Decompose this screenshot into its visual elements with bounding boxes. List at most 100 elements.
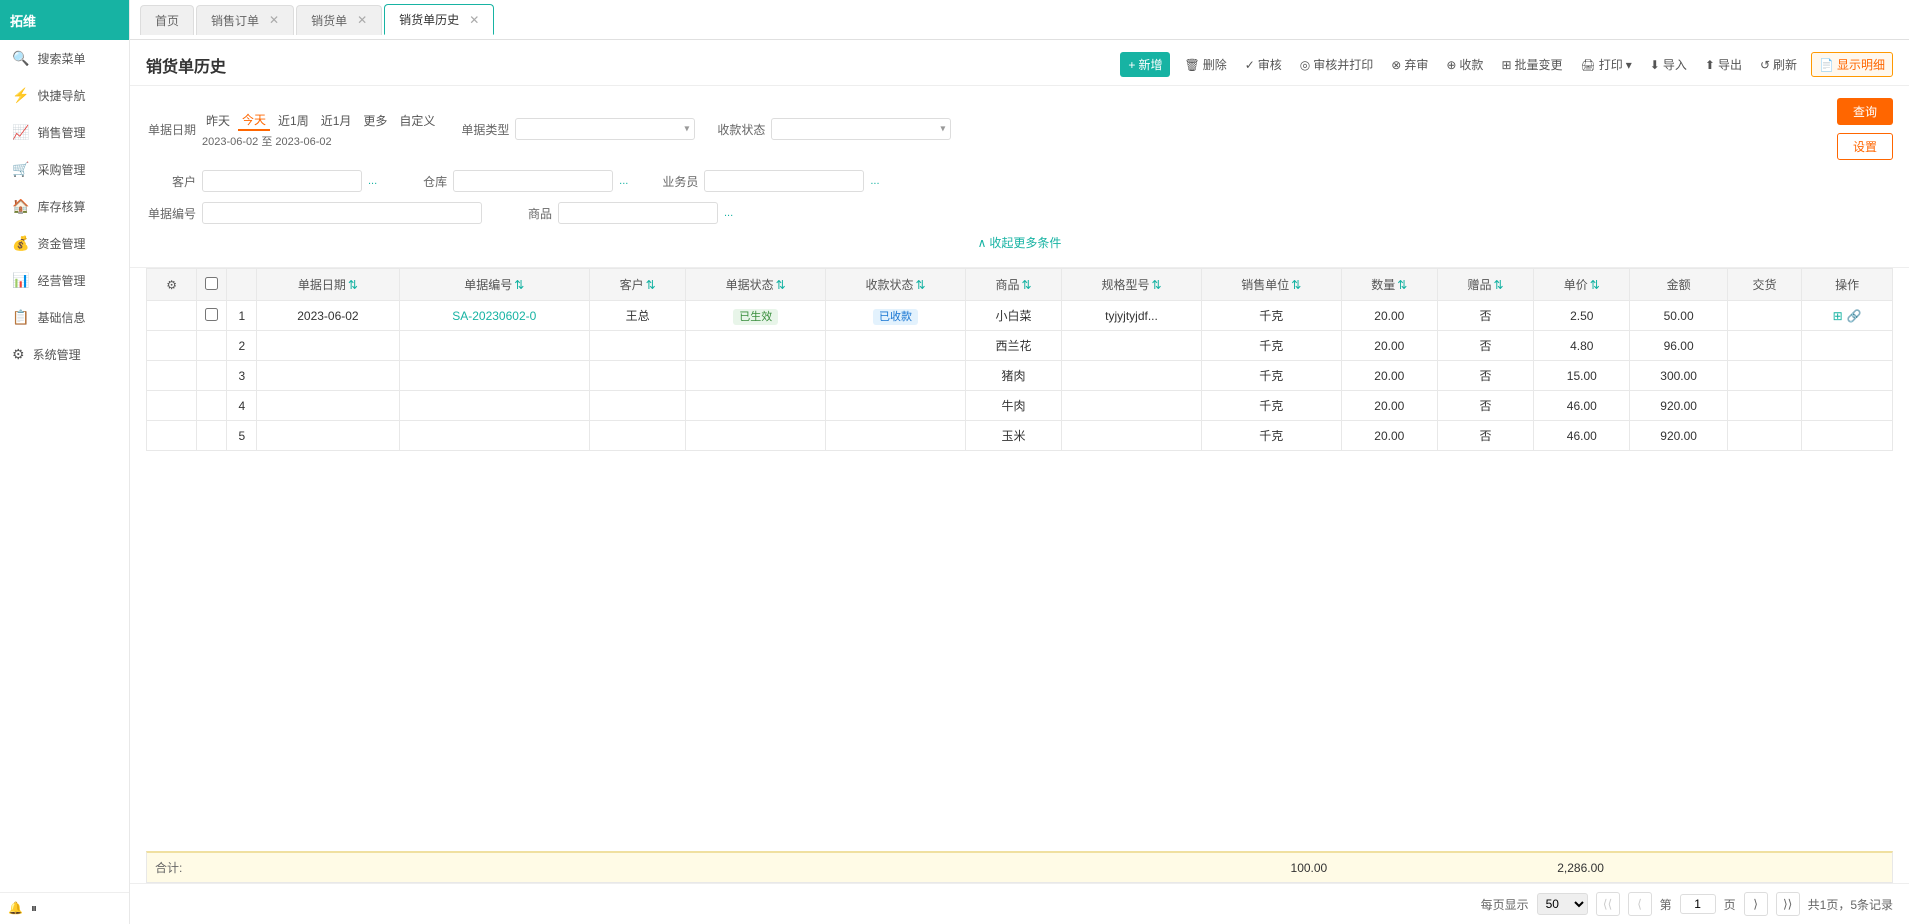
print-button[interactable]: 🖨 打印 ▾ — [1577, 54, 1636, 75]
row-spec — [1062, 391, 1202, 421]
warehouse-input[interactable] — [453, 170, 613, 192]
customer-ellipsis[interactable]: ... — [368, 175, 377, 187]
sidebar-item-sales[interactable]: 📈 销售管理 — [0, 114, 129, 151]
sidebar-item-search-menu[interactable]: 🔍 搜索菜单 — [0, 40, 129, 77]
sidebar-label-finance: 资金管理 — [37, 235, 85, 252]
customer-input[interactable] — [202, 170, 362, 192]
setting-button[interactable]: 设置 — [1837, 133, 1893, 160]
col-settings[interactable]: ⚙ — [147, 269, 197, 301]
query-button[interactable]: 查询 — [1837, 98, 1893, 125]
col-doc-no[interactable]: 单据编号⇅ — [399, 269, 590, 301]
row-sales-unit: 千克 — [1201, 331, 1341, 361]
abandon-button[interactable]: ⊗ 弃审 — [1387, 54, 1432, 75]
business-input[interactable] — [704, 170, 864, 192]
row-amount: 920.00 — [1630, 391, 1727, 421]
tab-sales-order-close[interactable]: ✕ — [269, 13, 279, 27]
next-page-button[interactable]: ⟩ — [1744, 892, 1768, 916]
delete-button[interactable]: 🗑 删除 — [1180, 54, 1230, 75]
sidebar-item-quick-nav[interactable]: ⚡ 快捷导航 — [0, 77, 129, 114]
date-last7[interactable]: 近1周 — [274, 111, 313, 130]
tab-sales-history-close[interactable]: ✕ — [469, 13, 479, 27]
row-customer: 王总 — [590, 301, 686, 331]
tab-sales-delivery[interactable]: 销货单 ✕ — [296, 5, 382, 35]
prev-page-button[interactable]: ⟨ — [1628, 892, 1652, 916]
date-last1m[interactable]: 近1月 — [317, 111, 356, 130]
sidebar-footer-icon1[interactable]: 🔔 — [8, 901, 23, 916]
import-button[interactable]: ⬇ 导入 — [1646, 54, 1691, 75]
page-input[interactable] — [1680, 894, 1716, 914]
col-unit-price[interactable]: 单价⇅ — [1534, 269, 1630, 301]
table-header-row: ⚙ 单据日期⇅ 单据编号⇅ 客户⇅ 单据状态⇅ 收款状态⇅ 商品⇅ 规格型号⇅ … — [147, 269, 1893, 301]
filter-date: 单据日期 昨天 今天 近1周 近1月 更多 自定义 2023-06-02 至 2… — [146, 110, 439, 149]
audit-print-label: 审核并打印 — [1313, 56, 1373, 73]
sidebar-footer-icon2[interactable]: ⏸ — [31, 901, 37, 916]
batch-change-button[interactable]: ⊞ 批量变更 — [1497, 54, 1566, 75]
new-button[interactable]: + 新增 — [1120, 52, 1170, 77]
doc-type-select[interactable] — [515, 118, 695, 140]
col-payment-status[interactable]: 收款状态⇅ — [826, 269, 966, 301]
refresh-button[interactable]: ↺ 刷新 — [1756, 54, 1801, 75]
goods-input[interactable] — [558, 202, 718, 224]
show-detail-button[interactable]: 📄 显示明细 — [1811, 52, 1893, 77]
col-date[interactable]: 单据日期⇅ — [257, 269, 399, 301]
tab-sales-history-label: 销货单历史 — [399, 11, 459, 28]
tab-home[interactable]: 首页 — [140, 5, 194, 35]
col-checkbox — [197, 269, 227, 301]
goods-ellipsis[interactable]: ... — [724, 207, 733, 219]
warehouse-ellipsis[interactable]: ... — [619, 175, 628, 187]
query-setting-area: 查询 设置 — [1837, 98, 1893, 160]
date-custom[interactable]: 自定义 — [395, 111, 439, 130]
sidebar-item-inventory[interactable]: 🏠 库存核算 — [0, 188, 129, 225]
col-sales-unit[interactable]: 销售单位⇅ — [1201, 269, 1341, 301]
last-page-button[interactable]: ⟩⟩ — [1776, 892, 1800, 916]
row-select-checkbox[interactable] — [205, 308, 218, 321]
export-button[interactable]: ⬆ 导出 — [1701, 54, 1746, 75]
sidebar-item-purchase[interactable]: 🛒 采购管理 — [0, 151, 129, 188]
doc-no-input[interactable] — [202, 202, 482, 224]
row-payment-status — [826, 421, 966, 451]
receive-button[interactable]: ⊕ 收款 — [1442, 54, 1487, 75]
data-table: ⚙ 单据日期⇅ 单据编号⇅ 客户⇅ 单据状态⇅ 收款状态⇅ 商品⇅ 规格型号⇅ … — [146, 268, 1893, 451]
sidebar-item-operations[interactable]: 📊 经营管理 — [0, 262, 129, 299]
row-date — [257, 421, 399, 451]
date-more[interactable]: 更多 — [359, 111, 391, 130]
select-all-checkbox[interactable] — [205, 277, 218, 290]
business-ellipsis[interactable]: ... — [870, 175, 879, 187]
col-goods[interactable]: 商品⇅ — [965, 269, 1061, 301]
date-yesterday[interactable]: 昨天 — [202, 111, 234, 130]
doc-no-link[interactable]: SA-20230602-0 — [452, 309, 536, 323]
row-customer — [590, 421, 686, 451]
filter-row-1: 单据日期 昨天 今天 近1周 近1月 更多 自定义 2023-06-02 至 2… — [146, 98, 1893, 160]
delete-label: 删除 — [1203, 56, 1227, 73]
show-detail-label: 显示明细 — [1837, 56, 1885, 73]
audit-print-button[interactable]: ◎ 审核并打印 — [1296, 54, 1378, 75]
sidebar-footer: 🔔 ⏸ — [0, 892, 129, 924]
per-page-select[interactable]: 50 20 100 — [1537, 893, 1588, 915]
sidebar-item-system[interactable]: ⚙ 系统管理 — [0, 336, 129, 373]
logo-text: 拓维 — [10, 11, 36, 30]
edit-link[interactable]: ⊞ — [1833, 309, 1843, 323]
tab-sales-order[interactable]: 销售订单 ✕ — [196, 5, 294, 35]
tab-sales-delivery-close[interactable]: ✕ — [357, 13, 367, 27]
audit-button[interactable]: ✓ 审核 — [1241, 54, 1286, 75]
sidebar-label-search-menu: 搜索菜单 — [37, 50, 85, 67]
finance-icon: 💰 — [12, 235, 29, 252]
delete-link[interactable]: 🔗 — [1847, 309, 1862, 323]
sidebar-item-basic-info[interactable]: 📋 基础信息 — [0, 299, 129, 336]
filter-warehouse: 仓库 ... — [397, 170, 628, 192]
row-action: ⊞🔗 — [1802, 301, 1893, 331]
date-today[interactable]: 今天 — [238, 110, 270, 131]
col-qty[interactable]: 数量⇅ — [1341, 269, 1437, 301]
first-page-button[interactable]: ⟨⟨ — [1596, 892, 1620, 916]
tab-sales-history[interactable]: 销货单历史 ✕ — [384, 4, 494, 35]
row-unit-price: 15.00 — [1534, 361, 1630, 391]
col-spec[interactable]: 规格型号⇅ — [1062, 269, 1202, 301]
col-customer[interactable]: 客户⇅ — [590, 269, 686, 301]
col-gift[interactable]: 赠品⇅ — [1437, 269, 1533, 301]
collapse-button[interactable]: ∧ 收起更多条件 — [978, 234, 1062, 251]
col-doc-status[interactable]: 单据状态⇅ — [686, 269, 826, 301]
summary-total-amount: 2,286.00 — [1541, 861, 1621, 875]
payment-status-select[interactable] — [771, 118, 951, 140]
row-customer — [590, 331, 686, 361]
sidebar-item-finance[interactable]: 💰 资金管理 — [0, 225, 129, 262]
